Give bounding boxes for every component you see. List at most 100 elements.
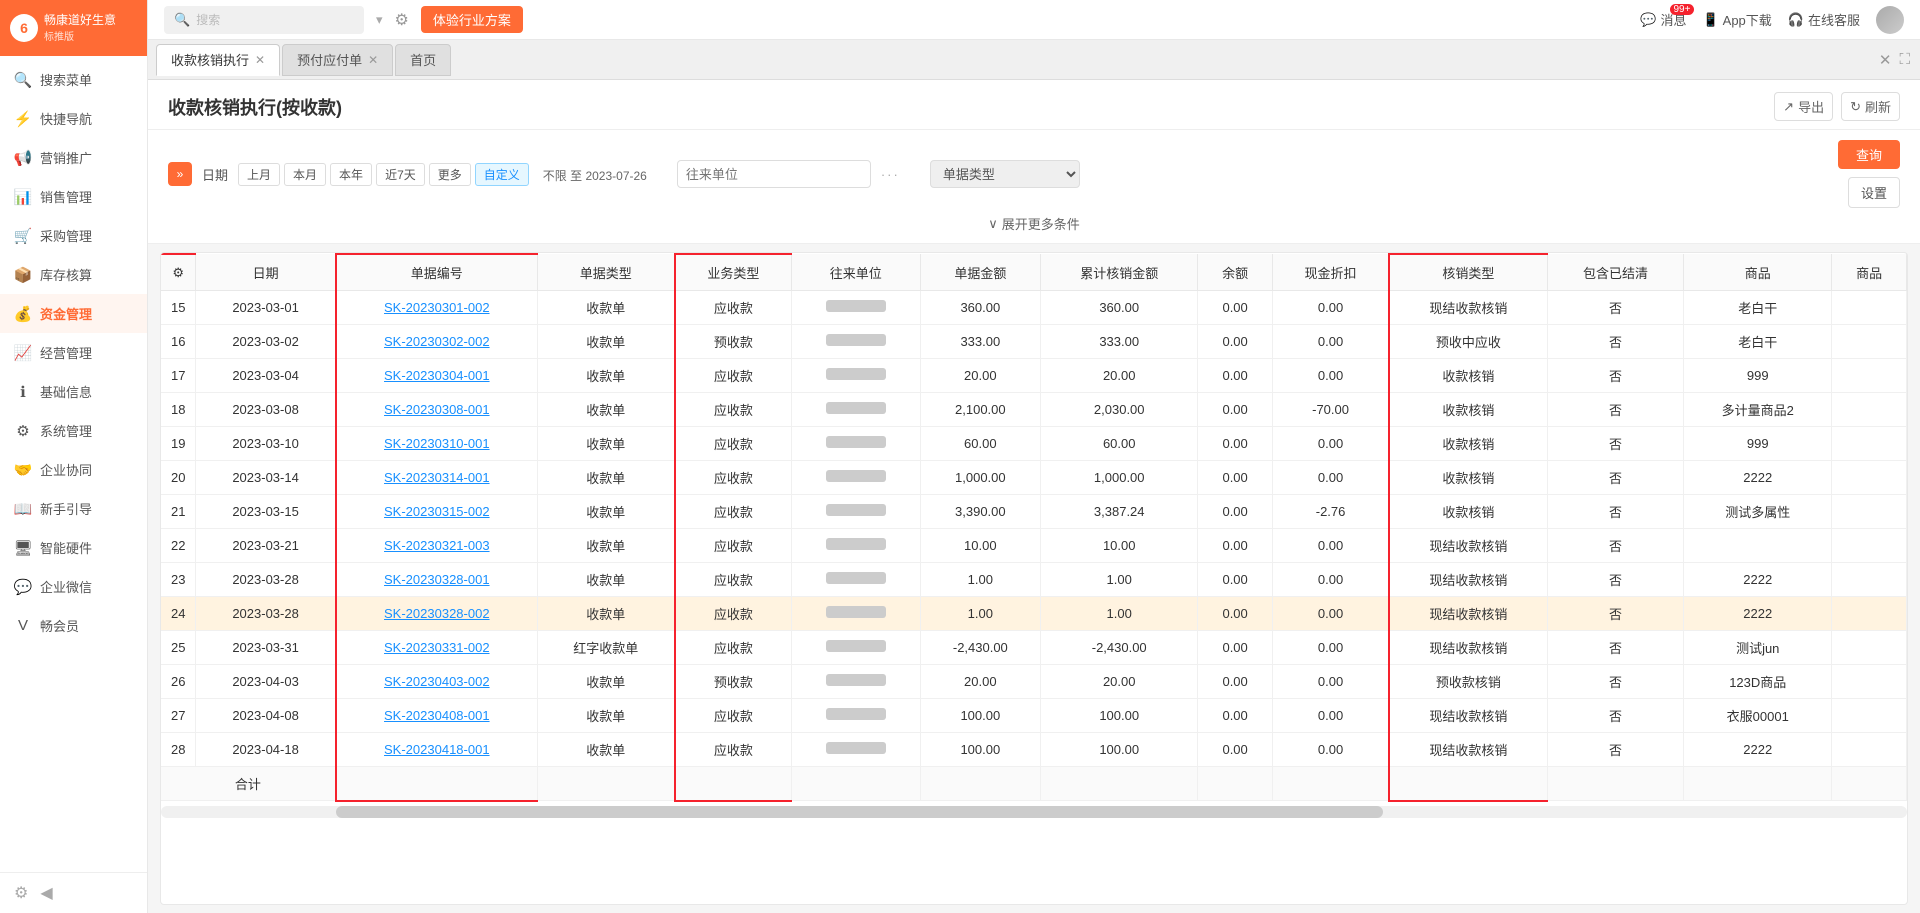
cell-date: 2023-03-21 — [196, 529, 336, 563]
voucher-link[interactable]: SK-20230403-002 — [384, 674, 490, 689]
cell-writeoff-type: 收款核销 — [1389, 461, 1547, 495]
date-btn-上月[interactable]: 上月 — [238, 163, 280, 186]
sidebar-item-畅会员[interactable]: V畅会员 — [0, 606, 147, 645]
voucher-link[interactable]: SK-20230328-002 — [384, 606, 490, 621]
partner-value — [826, 368, 886, 380]
cell-date: 2023-03-28 — [196, 563, 336, 597]
table-row: 16 2023-03-02 SK-20230302-002 收款单 预收款 33… — [161, 325, 1907, 359]
date-btn-本月[interactable]: 本月 — [284, 163, 326, 186]
scrollbar-thumb[interactable] — [336, 806, 1384, 818]
col-header-writeoff-total: 累计核销金额 — [1041, 254, 1198, 291]
sidebar-item-系统管理[interactable]: ⚙系统管理 — [0, 411, 147, 450]
sidebar-item-库存核算[interactable]: 📦库存核算 — [0, 255, 147, 294]
sidebar-item-资金管理[interactable]: 💰资金管理 — [0, 294, 147, 333]
sidebar-item-快捷导航[interactable]: ⚡快捷导航 — [0, 99, 147, 138]
date-btn-近7天[interactable]: 近7天 — [376, 163, 425, 186]
sidebar-item-企业微信[interactable]: 💬企业微信 — [0, 567, 147, 606]
voucher-link[interactable]: SK-20230321-003 — [384, 538, 490, 553]
industry-solution-btn[interactable]: 体验行业方案 — [421, 6, 523, 33]
date-btn-更多[interactable]: 更多 — [429, 163, 471, 186]
sidebar-item-新手引导[interactable]: 📖新手引导 — [0, 489, 147, 528]
voucher-link[interactable]: SK-20230304-001 — [384, 368, 490, 383]
cell-writeoff-total: 360.00 — [1041, 291, 1198, 325]
voucher-link[interactable]: SK-20230310-001 — [384, 436, 490, 451]
cell-date: 2023-03-28 — [196, 597, 336, 631]
cell-cash-discount: -2.76 — [1272, 495, 1389, 529]
filter-toggle-btn[interactable]: » — [168, 162, 192, 186]
logo-icon: 6 — [10, 14, 38, 42]
cell-goods: 123D商品 — [1684, 665, 1832, 699]
tab-close-icon[interactable]: ✕ — [255, 53, 265, 67]
tab-预付应付单[interactable]: 预付应付单 ✕ — [282, 44, 393, 76]
partner-input[interactable] — [677, 160, 871, 188]
cell-voucher-no: SK-20230314-001 — [336, 461, 538, 495]
sidebar-item-采购管理[interactable]: 🛒采购管理 — [0, 216, 147, 255]
cell-goods2 — [1832, 597, 1907, 631]
table-setting-btn[interactable]: 设置 — [1848, 177, 1900, 208]
table-container: ⚙ 日期 单据编号 单据类型 业务类型 往来单位 单据金额 累计核销金额 余额 … — [160, 252, 1908, 905]
refresh-icon: ↻ — [1850, 99, 1861, 115]
horizontal-scrollbar[interactable] — [161, 806, 1907, 818]
expand-conditions-btn[interactable]: ∨ 展开更多条件 — [988, 214, 1080, 233]
sidebar-icon: 📦 — [14, 266, 32, 284]
voucher-link[interactable]: SK-20230308-001 — [384, 402, 490, 417]
sidebar-item-搜索菜单[interactable]: 🔍搜索菜单 — [0, 60, 147, 99]
online-service-item[interactable]: 🎧 在线客服 — [1788, 10, 1860, 29]
close-all-icon[interactable]: ✕ — [1879, 51, 1892, 69]
cell-amount: 10.00 — [920, 529, 1041, 563]
cell-voucher-type: 收款单 — [537, 291, 674, 325]
total-balance — [1198, 767, 1273, 801]
settings-bottom-icon[interactable]: ⚙ — [14, 883, 28, 903]
tab-首页[interactable]: 首页 — [395, 44, 451, 76]
cell-include-settled: 否 — [1547, 359, 1684, 393]
cell-goods2 — [1832, 359, 1907, 393]
query-btn[interactable]: 查询 — [1838, 140, 1900, 169]
total-goods2 — [1832, 767, 1907, 801]
collapse-icon[interactable]: ◀ — [40, 883, 52, 903]
date-btn-本年[interactable]: 本年 — [330, 163, 372, 186]
col-header-gear[interactable]: ⚙ — [161, 254, 196, 291]
sidebar-icon: 💬 — [14, 578, 32, 596]
cell-balance: 0.00 — [1198, 597, 1273, 631]
notification-item[interactable]: 💬 消息 99+ — [1640, 10, 1686, 29]
page-title: 收款核销执行(按收款) — [168, 94, 342, 120]
sidebar-item-营销推广[interactable]: 📢营销推广 — [0, 138, 147, 177]
tab-收款核销执行[interactable]: 收款核销执行✕ — [156, 44, 280, 76]
voucher-link[interactable]: SK-20230301-002 — [384, 300, 490, 315]
sidebar-item-经营管理[interactable]: 📈经营管理 — [0, 333, 147, 372]
app-download-item[interactable]: 📱 App下载 — [1702, 10, 1771, 29]
expand-tabs-icon[interactable]: ⛶ — [1899, 51, 1910, 68]
voucher-link[interactable]: SK-20230302-002 — [384, 334, 490, 349]
date-btn-custom[interactable]: 自定义 — [475, 163, 529, 186]
partner-value — [826, 300, 886, 312]
tab-label: 预付应付单 — [297, 50, 362, 69]
main-area: 🔍 搜索 ▾ ⚙ 体验行业方案 💬 消息 99+ 📱 App下载 🎧 在线客服 … — [148, 0, 1920, 913]
sidebar-item-基础信息[interactable]: ℹ基础信息 — [0, 372, 147, 411]
sidebar-item-智能硬件[interactable]: 🖥智能硬件 — [0, 528, 147, 567]
user-avatar[interactable] — [1876, 6, 1904, 34]
cell-cash-discount: 0.00 — [1272, 597, 1389, 631]
refresh-label: 刷新 — [1865, 97, 1891, 116]
sidebar-item-销售管理[interactable]: 📊销售管理 — [0, 177, 147, 216]
voucher-link[interactable]: SK-20230328-001 — [384, 572, 490, 587]
export-icon: ↗ — [1783, 99, 1794, 115]
cell-voucher-no: SK-20230408-001 — [336, 699, 538, 733]
sidebar-icon: 📢 — [14, 149, 32, 167]
gear-icon[interactable]: ⚙ — [395, 10, 409, 30]
cell-amount: 1,000.00 — [920, 461, 1041, 495]
cell-cash-discount: -70.00 — [1272, 393, 1389, 427]
sidebar-item-企业协同[interactable]: 🤝企业协同 — [0, 450, 147, 489]
refresh-btn[interactable]: ↻ 刷新 — [1841, 92, 1900, 121]
voucher-link[interactable]: SK-20230408-001 — [384, 708, 490, 723]
voucher-link[interactable]: SK-20230315-002 — [384, 504, 490, 519]
cell-goods2 — [1832, 529, 1907, 563]
tab-label: 首页 — [410, 50, 436, 69]
voucher-type-select[interactable]: 单据类型 — [930, 160, 1080, 188]
voucher-link[interactable]: SK-20230314-001 — [384, 470, 490, 485]
voucher-link[interactable]: SK-20230418-001 — [384, 742, 490, 757]
sidebar-label: 采购管理 — [40, 226, 92, 245]
voucher-link[interactable]: SK-20230331-002 — [384, 640, 490, 655]
tab-close-icon[interactable]: ✕ — [368, 53, 378, 67]
topbar-search[interactable]: 🔍 搜索 — [164, 6, 364, 34]
export-btn[interactable]: ↗ 导出 — [1774, 92, 1833, 121]
